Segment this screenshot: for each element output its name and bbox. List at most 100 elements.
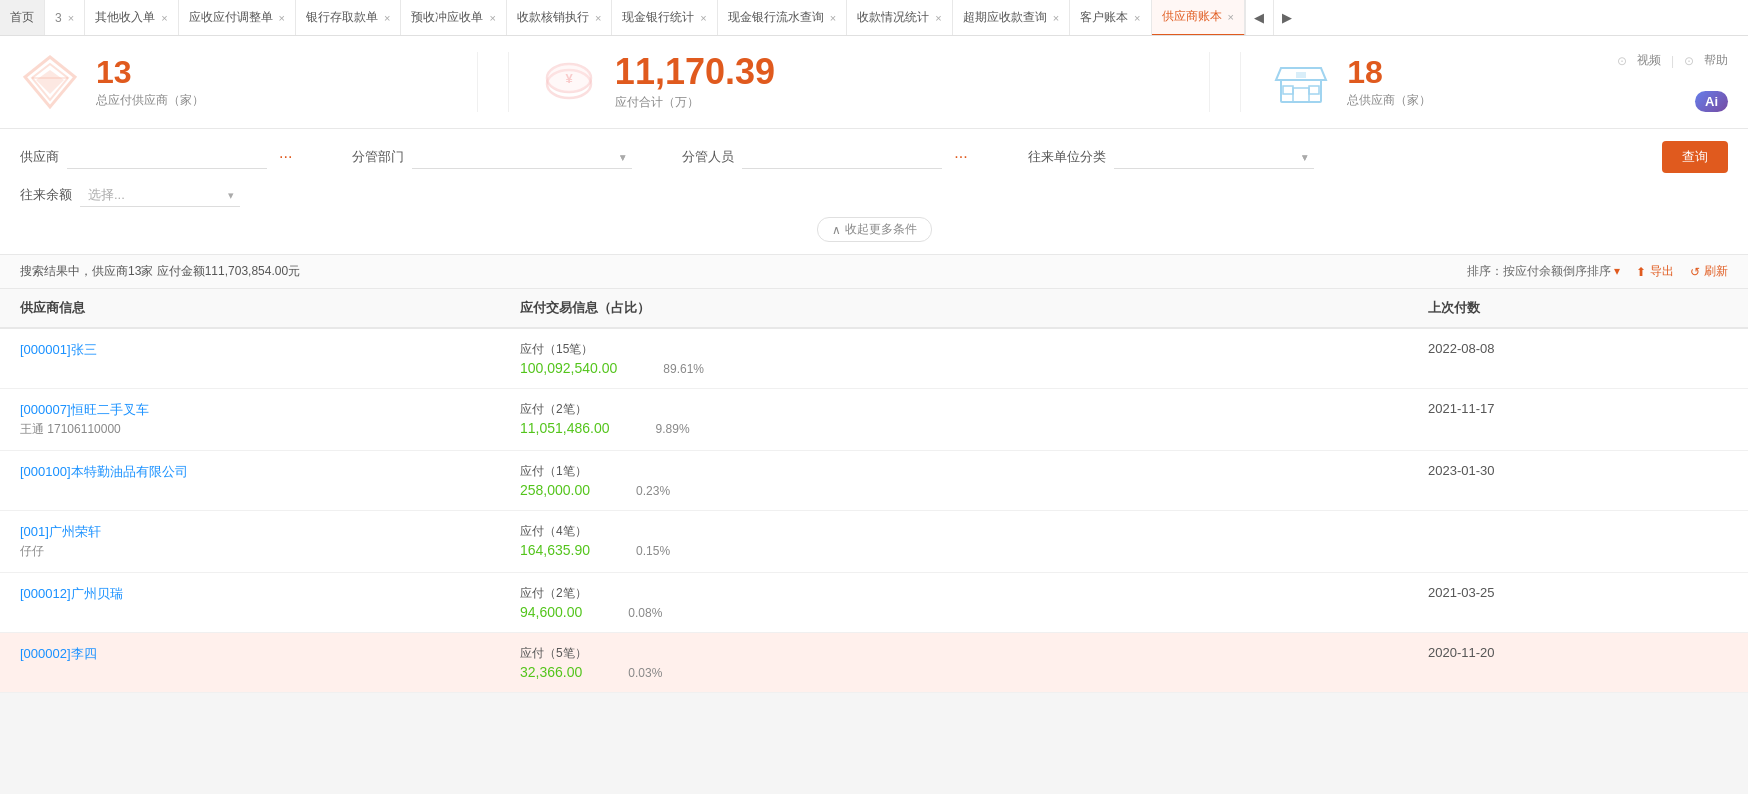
nav-tab-adjust-close[interactable]: × [279, 12, 285, 24]
nav-tab-3[interactable]: 3 × [45, 0, 85, 36]
sort-down-icon[interactable]: ▾ [1614, 264, 1620, 278]
tx-count-5: 应付（2笔） [520, 585, 1428, 602]
stat-info-payable-suppliers: 13 总应付供应商（家） [96, 56, 204, 109]
tx-count-1: 应付（15笔） [520, 341, 1428, 358]
tx-row-5: 94,600.00 0.08% [520, 602, 1428, 620]
nav-tab-cash-bank-stat-close[interactable]: × [700, 12, 706, 24]
sort-label-text: 排序：按应付余额倒序排序 [1467, 264, 1611, 278]
category-input[interactable] [1114, 145, 1314, 169]
tx-amount-6[interactable]: 32,366.00 [520, 664, 582, 680]
payable-total-amount: 11,170.39 [615, 54, 775, 90]
payable-suppliers-count: 13 [96, 56, 204, 88]
supplier-dots-btn[interactable]: ··· [275, 148, 296, 166]
nav-next-arrow[interactable]: ▶ [1273, 0, 1301, 36]
tx-amount-4[interactable]: 164,635.90 [520, 542, 590, 558]
nav-tab-supplier-close[interactable]: × [1228, 11, 1234, 23]
nav-tab-cash-flow-close[interactable]: × [830, 12, 836, 24]
last-pay-cell-3: 2023-01-30 [1428, 463, 1728, 478]
table-row: [000007]恒旺二手叉车 王通 17106110000 应付（2笔） 11,… [0, 389, 1748, 451]
ai-badge[interactable]: Ai [1695, 91, 1728, 112]
collapse-button[interactable]: ∧ 收起更多条件 [817, 217, 932, 242]
tx-row-4: 164,635.90 0.15% [520, 540, 1428, 558]
export-button[interactable]: ⬆ 导出 [1636, 263, 1674, 280]
svg-rect-8 [1281, 80, 1321, 102]
tx-cell-6: 应付（5笔） 32,366.00 0.03% [520, 645, 1428, 680]
supplier-link-1[interactable]: [000001]张三 [20, 342, 97, 357]
person-input[interactable] [742, 145, 942, 169]
supplier-cell-4: [001]广州荣轩 仔仔 [20, 523, 520, 560]
export-icon: ⬆ [1636, 265, 1646, 279]
nav-tab-3-close[interactable]: × [68, 12, 74, 24]
nav-tab-customer-close[interactable]: × [1134, 12, 1140, 24]
video-link[interactable]: 视频 [1637, 52, 1661, 69]
supplier-link-4[interactable]: [001]广州荣轩 [20, 524, 101, 539]
nav-tab-adjust-label: 应收应付调整单 [189, 9, 273, 26]
tx-amount-5[interactable]: 94,600.00 [520, 604, 582, 620]
tx-amount-3[interactable]: 258,000.00 [520, 482, 590, 498]
last-pay-cell-6: 2020-11-20 [1428, 645, 1728, 660]
supplier-link-5[interactable]: [000012]广州贝瑞 [20, 586, 123, 601]
dept-input[interactable] [412, 145, 632, 169]
stat-divider-2 [1240, 52, 1241, 112]
nav-tab-prepay-close[interactable]: × [489, 12, 495, 24]
filter-category: 往来单位分类 ▾ [1028, 145, 1308, 169]
filter-row-1: 供应商 ··· 分管部门 ▾ 分管人员 ··· 往来单位分类 ▾ 查询 [20, 141, 1728, 173]
refresh-icon: ↺ [1690, 265, 1700, 279]
svg-rect-13 [1296, 72, 1306, 78]
nav-tab-cash-flow[interactable]: 现金银行流水查询 × [718, 0, 847, 36]
tx-amount-2[interactable]: 11,051,486.00 [520, 420, 610, 436]
help-link[interactable]: 帮助 [1704, 52, 1728, 69]
svg-rect-10 [1293, 88, 1309, 102]
tx-amount-1[interactable]: 100,092,540.00 [520, 360, 617, 376]
tx-cell-4: 应付（4笔） 164,635.90 0.15% [520, 523, 1428, 558]
nav-tab-supplier[interactable]: 供应商账本 × [1152, 0, 1245, 36]
total-suppliers-count: 18 [1347, 56, 1431, 88]
tx-row-3: 258,000.00 0.23% [520, 480, 1428, 498]
query-button[interactable]: 查询 [1662, 141, 1728, 173]
nav-tab-bank[interactable]: 银行存取款单 × [296, 0, 401, 36]
person-dots-btn[interactable]: ··· [950, 148, 971, 166]
export-label: 导出 [1650, 263, 1674, 280]
nav-tab-adjust[interactable]: 应收应付调整单 × [179, 0, 296, 36]
nav-tab-prepay-label: 预收冲应收单 [411, 9, 483, 26]
supplier-input[interactable] [67, 145, 267, 169]
supplier-link-3[interactable]: [000100]本特勤油品有限公司 [20, 464, 188, 479]
tx-count-3: 应付（1笔） [520, 463, 1428, 480]
nav-tab-collection-stat-close[interactable]: × [935, 12, 941, 24]
nav-tab-supplier-label: 供应商账本 [1162, 8, 1222, 25]
nav-tab-other-income[interactable]: 其他收入单 × [85, 0, 178, 36]
last-pay-date-2: 2021-11-17 [1428, 401, 1495, 416]
nav-tab-collection[interactable]: 收款核销执行 × [507, 0, 612, 36]
refresh-button[interactable]: ↺ 刷新 [1690, 263, 1728, 280]
nav-tab-bank-close[interactable]: × [384, 12, 390, 24]
result-bar-right: 排序：按应付余额倒序排序 ▾ ⬆ 导出 ↺ 刷新 [1467, 263, 1728, 280]
dept-filter-label: 分管部门 [352, 148, 404, 166]
svg-text:¥: ¥ [565, 71, 573, 86]
nav-prev-arrow[interactable]: ◀ [1245, 0, 1273, 36]
supplier-link-6[interactable]: [000002]李四 [20, 646, 97, 661]
nav-tab-customer[interactable]: 客户账本 × [1070, 0, 1151, 36]
svg-marker-2 [36, 70, 64, 94]
nav-tab-overdue[interactable]: 超期应收款查询 × [953, 0, 1070, 36]
nav-tab-other-income-close[interactable]: × [161, 12, 167, 24]
tx-count-2: 应付（2笔） [520, 401, 1428, 418]
stat-info-payable-total: 11,170.39 应付合计（万） [615, 54, 775, 111]
last-pay-cell-5: 2021-03-25 [1428, 585, 1728, 600]
last-pay-date-1: 2022-08-08 [1428, 341, 1495, 356]
table-header: 供应商信息 应付交易信息（占比） 上次付数 [0, 289, 1748, 329]
category-select-wrap [1114, 145, 1314, 169]
col-header-supplier: 供应商信息 [20, 299, 520, 317]
nav-tab-overdue-close[interactable]: × [1053, 12, 1059, 24]
tx-cell-2: 应付（2笔） 11,051,486.00 9.89% [520, 401, 1428, 436]
nav-tab-collection-stat-label: 收款情况统计 [857, 9, 929, 26]
nav-tab-collection-stat[interactable]: 收款情况统计 × [847, 0, 952, 36]
filter-dept: 分管部门 ▾ [352, 145, 626, 169]
balance-select[interactable]: 选择... [80, 183, 240, 207]
supplier-sub-2: 王通 17106110000 [20, 421, 520, 438]
nav-tab-home[interactable]: 首页 [0, 0, 45, 36]
supplier-link-2[interactable]: [000007]恒旺二手叉车 [20, 402, 149, 417]
nav-tab-collection-close[interactable]: × [595, 12, 601, 24]
nav-tab-cash-bank-stat[interactable]: 现金银行统计 × [612, 0, 717, 36]
nav-tab-prepay[interactable]: 预收冲应收单 × [401, 0, 506, 36]
filter-person: 分管人员 ··· [682, 145, 971, 169]
